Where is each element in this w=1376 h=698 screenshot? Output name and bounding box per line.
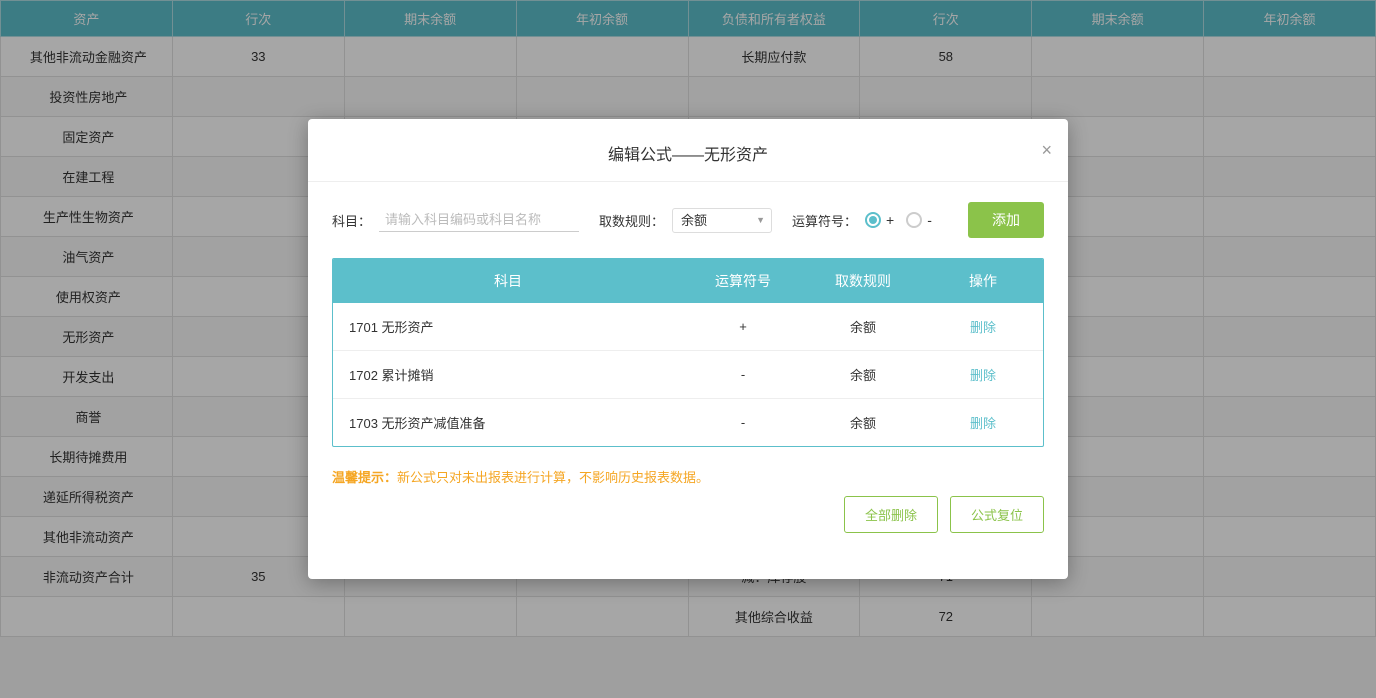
formula-form: 科目： 取数规则： 余额 借方发生额 贷方发生额 借方累计 贷方累计 运算符号： <box>308 182 1068 258</box>
operator-minus-label: - <box>927 212 932 228</box>
formula-rule-3: 余额 <box>803 399 923 447</box>
formula-subject-3: 1703 无形资产减值准备 <box>333 399 683 447</box>
formula-row-3: 1703 无形资产减值准备 - 余额 删除 <box>333 399 1043 447</box>
edit-formula-modal: 编辑公式——无形资产 × 科目： 取数规则： 余额 借方发生额 贷方发生额 借方… <box>308 119 1068 579</box>
formula-row-1: 1701 无形资产 + 余额 删除 <box>333 303 1043 351</box>
rule-select-wrap: 余额 借方发生额 贷方发生额 借方累计 贷方累计 <box>672 208 772 233</box>
rule-select[interactable]: 余额 借方发生额 贷方发生额 借方累计 贷方累计 <box>672 208 772 233</box>
th-rule: 取数规则 <box>803 259 923 303</box>
formula-action-1: 删除 <box>923 303 1043 351</box>
formula-row-2: 1702 累计摊销 - 余额 删除 <box>333 351 1043 399</box>
formula-subject-1: 1701 无形资产 <box>333 303 683 351</box>
formula-operator-2: - <box>683 351 803 399</box>
formula-table-wrap: 科目 运算符号 取数规则 操作 1701 无形资产 + 余额 删除 <box>332 258 1044 447</box>
delete-button-1[interactable]: 删除 <box>970 320 996 335</box>
reset-formula-button[interactable]: 公式复位 <box>950 496 1044 533</box>
operator-radio-group: + - <box>865 212 932 228</box>
formula-operator-3: - <box>683 399 803 447</box>
modal-header: 编辑公式——无形资产 × <box>308 119 1068 182</box>
formula-rule-2: 余额 <box>803 351 923 399</box>
subject-group: 科目： <box>332 208 579 232</box>
warning-section: 温馨提示：新公式只对未出报表进行计算，不影响历史报表数据。 <box>308 447 1068 496</box>
warning-text: 新公式只对未出报表进行计算，不影响历史报表数据。 <box>397 470 709 485</box>
operator-plus-label: + <box>886 212 894 228</box>
warning-prefix: 温馨提示： <box>332 470 397 485</box>
delete-button-3[interactable]: 删除 <box>970 416 996 431</box>
subject-input[interactable] <box>379 208 579 232</box>
formula-subject-2: 1702 累计摊销 <box>333 351 683 399</box>
operator-minus-item[interactable]: - <box>906 212 932 228</box>
modal-title: 编辑公式——无形资产 <box>608 147 768 164</box>
formula-rule-1: 余额 <box>803 303 923 351</box>
subject-label: 科目： <box>332 211 371 230</box>
modal-close-button[interactable]: × <box>1041 141 1052 159</box>
delete-all-button[interactable]: 全部删除 <box>844 496 938 533</box>
formula-action-2: 删除 <box>923 351 1043 399</box>
delete-button-2[interactable]: 删除 <box>970 368 996 383</box>
rule-label: 取数规则： <box>599 211 664 230</box>
formula-action-3: 删除 <box>923 399 1043 447</box>
add-button[interactable]: 添加 <box>968 202 1044 238</box>
rule-group: 取数规则： 余额 借方发生额 贷方发生额 借方累计 贷方累计 <box>599 208 772 233</box>
operator-group: 运算符号： + - <box>792 211 932 230</box>
th-subject: 科目 <box>333 259 683 303</box>
modal-footer: 全部删除 公式复位 <box>308 496 1068 533</box>
formula-table: 科目 运算符号 取数规则 操作 1701 无形资产 + 余额 删除 <box>333 259 1043 446</box>
formula-operator-1: + <box>683 303 803 351</box>
radio-plus-circle <box>865 212 881 228</box>
modal-overlay: 编辑公式——无形资产 × 科目： 取数规则： 余额 借方发生额 贷方发生额 借方… <box>0 0 1376 698</box>
th-action: 操作 <box>923 259 1043 303</box>
operator-label: 运算符号： <box>792 211 857 230</box>
operator-plus-item[interactable]: + <box>865 212 894 228</box>
radio-minus-circle <box>906 212 922 228</box>
th-operator: 运算符号 <box>683 259 803 303</box>
